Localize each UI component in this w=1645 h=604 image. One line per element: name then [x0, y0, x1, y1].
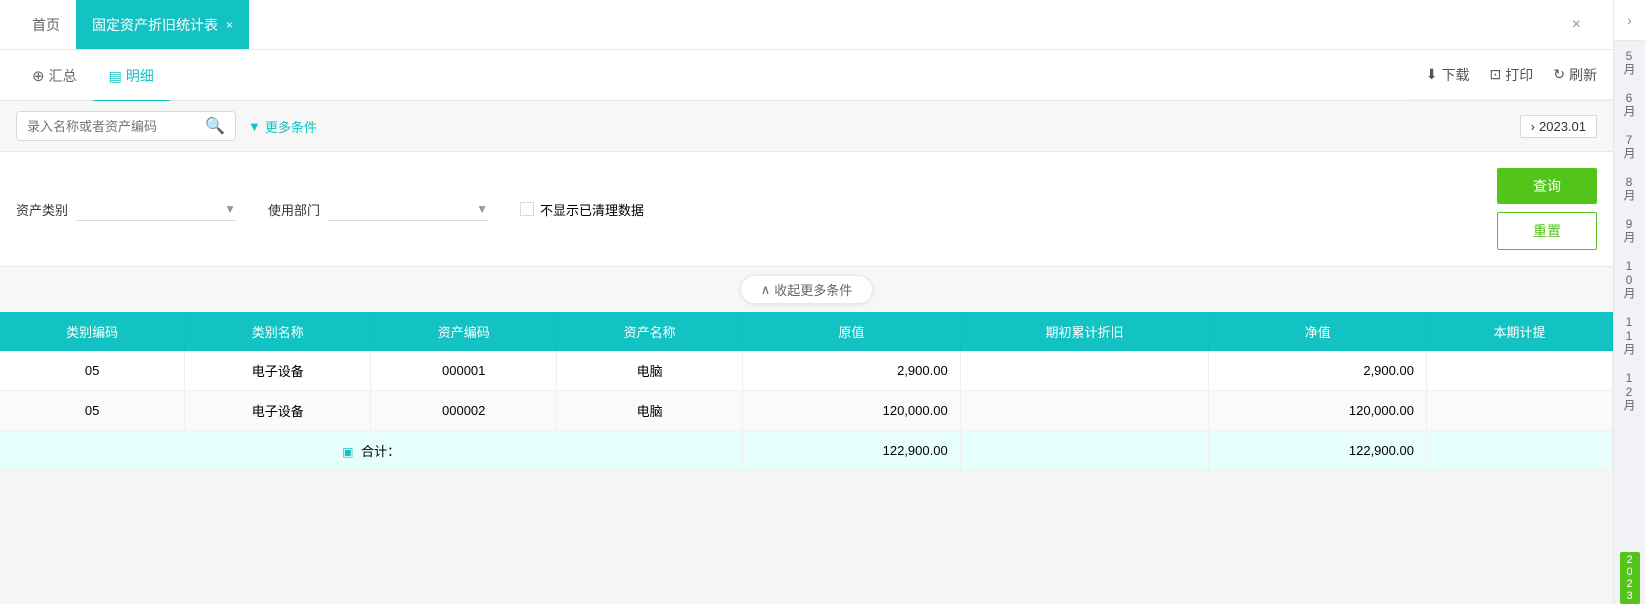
- total-original: 122,900.00: [743, 431, 961, 471]
- right-sidebar: › 5月6月7月8月9月10月11月12月 2023: [1613, 0, 1645, 604]
- search-input[interactable]: [27, 119, 201, 134]
- cell-current-dep: [1426, 391, 1612, 431]
- download-icon: ⬇: [1426, 66, 1438, 83]
- department-select[interactable]: ▼: [328, 198, 488, 221]
- tab-close-icon[interactable]: ×: [226, 18, 233, 32]
- total-icon: ▣: [342, 445, 353, 459]
- date-tag: › 2023.01: [1520, 115, 1597, 138]
- department-label: 使用部门: [268, 200, 320, 219]
- cell-cat-name: 电子设备: [185, 351, 371, 391]
- collapse-label: 收起更多条件: [774, 280, 852, 299]
- summary-icon: ⊕: [32, 67, 45, 85]
- tab-detail[interactable]: ▤ 明细: [93, 52, 170, 102]
- sidebar-month-item[interactable]: 12月: [1615, 363, 1644, 419]
- cell-current-dep: [1426, 351, 1612, 391]
- total-current-dep: [1426, 431, 1612, 471]
- cell-accum-dep: [960, 351, 1209, 391]
- collapse-chevron-icon: ∧: [761, 282, 771, 298]
- asset-type-select[interactable]: ▼: [76, 198, 236, 221]
- table-header: 类别编码 类别名称 资产编码 资产名称 原值 期初累计折旧 净值 本期计提: [0, 312, 1613, 351]
- detail-icon: ▤: [109, 68, 122, 85]
- sidebar-month-item[interactable]: 6月: [1615, 83, 1644, 125]
- asset-type-label: 资产类别: [16, 200, 68, 219]
- print-btn[interactable]: ⊡ 打印: [1490, 65, 1534, 85]
- sidebar-month-item[interactable]: 8月: [1615, 167, 1644, 209]
- cell-cat-code: 05: [0, 351, 185, 391]
- no-cleared-label: 不显示已清理数据: [540, 200, 644, 219]
- tab-detail-label: 明细: [126, 66, 154, 86]
- refresh-icon: ↻: [1553, 66, 1565, 83]
- table-row[interactable]: 05 电子设备 000001 电脑 2,900.00 2,900.00: [0, 351, 1613, 391]
- cell-asset-name: 电脑: [557, 391, 743, 431]
- date-label: 2023.01: [1539, 119, 1586, 134]
- department-arrow-icon: ▼: [476, 202, 488, 216]
- department-filter: 使用部门 ▼: [268, 198, 488, 221]
- sidebar-arrow-btn[interactable]: ›: [1614, 0, 1645, 41]
- cell-original: 2,900.00: [743, 351, 961, 391]
- sidebar-month-item[interactable]: 10月: [1615, 251, 1644, 307]
- total-net-value: 122,900.00: [1209, 431, 1427, 471]
- collapse-area: ∧ 收起更多条件: [0, 267, 1613, 312]
- search-icon: 🔍: [205, 116, 225, 136]
- col-current-dep: 本期计提: [1426, 312, 1612, 351]
- query-button[interactable]: 查询: [1497, 168, 1597, 204]
- year-badge: 2023: [1620, 552, 1640, 604]
- cell-net-value: 2,900.00: [1209, 351, 1427, 391]
- tab-summary-label: 汇总: [49, 66, 77, 86]
- search-input-wrap: 🔍: [16, 111, 236, 141]
- tab-label: 固定资产折旧统计表: [92, 15, 218, 35]
- expand-icon: ›: [1531, 119, 1535, 134]
- refresh-label: 刷新: [1569, 65, 1597, 85]
- no-cleared-checkbox[interactable]: [520, 202, 534, 216]
- total-accum-dep: [960, 431, 1209, 471]
- cell-accum-dep: [960, 391, 1209, 431]
- col-cat-name: 类别名称: [185, 312, 371, 351]
- nav-tab-fixed-assets[interactable]: 固定资产折旧统计表 ×: [76, 0, 249, 49]
- cell-original: 120,000.00: [743, 391, 961, 431]
- cell-asset-code: 000002: [371, 391, 557, 431]
- download-btn[interactable]: ⬇ 下载: [1426, 65, 1470, 85]
- col-net-value: 净值: [1209, 312, 1427, 351]
- collapse-btn[interactable]: ∧ 收起更多条件: [740, 275, 874, 304]
- col-asset-name: 资产名称: [557, 312, 743, 351]
- cell-cat-name: 电子设备: [185, 391, 371, 431]
- table-wrap: 类别编码 类别名称 资产编码 资产名称 原值 期初累计折旧 净值 本期计提 05…: [0, 312, 1613, 604]
- print-icon: ⊡: [1490, 66, 1502, 83]
- sidebar-month-item[interactable]: 11月: [1615, 307, 1644, 363]
- table-row[interactable]: 05 电子设备 000002 电脑 120,000.00 120,000.00: [0, 391, 1613, 431]
- reset-button[interactable]: 重置: [1497, 212, 1597, 250]
- col-cat-code: 类别编码: [0, 312, 185, 351]
- cell-asset-code: 000001: [371, 351, 557, 391]
- asset-type-arrow-icon: ▼: [224, 202, 236, 216]
- col-asset-code: 资产编码: [371, 312, 557, 351]
- nav-home[interactable]: 首页: [16, 15, 76, 35]
- sidebar-month-item[interactable]: 9月: [1615, 209, 1644, 251]
- cell-net-value: 120,000.00: [1209, 391, 1427, 431]
- total-label-cell: ▣ 合计：: [0, 431, 743, 471]
- cell-cat-code: 05: [0, 391, 185, 431]
- download-label: 下载: [1442, 65, 1470, 85]
- filter-btn[interactable]: ▼ 更多条件: [248, 117, 317, 136]
- refresh-btn[interactable]: ↻ 刷新: [1553, 65, 1597, 85]
- filter-area: 资产类别 ▼ 使用部门 ▼ 不显示已清理数据: [0, 152, 1613, 267]
- sidebar-month-item[interactable]: 5月: [1615, 41, 1644, 83]
- total-label: 合计：: [361, 444, 400, 459]
- filter-label: 更多条件: [265, 117, 317, 136]
- page-close-btn[interactable]: ×: [1556, 16, 1597, 34]
- cell-asset-name: 电脑: [557, 351, 743, 391]
- no-cleared-filter: 不显示已清理数据: [520, 200, 644, 219]
- col-accum-dep: 期初累计折旧: [960, 312, 1209, 351]
- print-label: 打印: [1505, 65, 1533, 85]
- total-row: ▣ 合计： 122,900.00 122,900.00: [0, 431, 1613, 471]
- tab-summary[interactable]: ⊕ 汇总: [16, 52, 93, 102]
- col-original: 原值: [743, 312, 961, 351]
- sidebar-month-item[interactable]: 7月: [1615, 125, 1644, 167]
- asset-type-filter: 资产类别 ▼: [16, 198, 236, 221]
- filter-icon: ▼: [248, 119, 261, 134]
